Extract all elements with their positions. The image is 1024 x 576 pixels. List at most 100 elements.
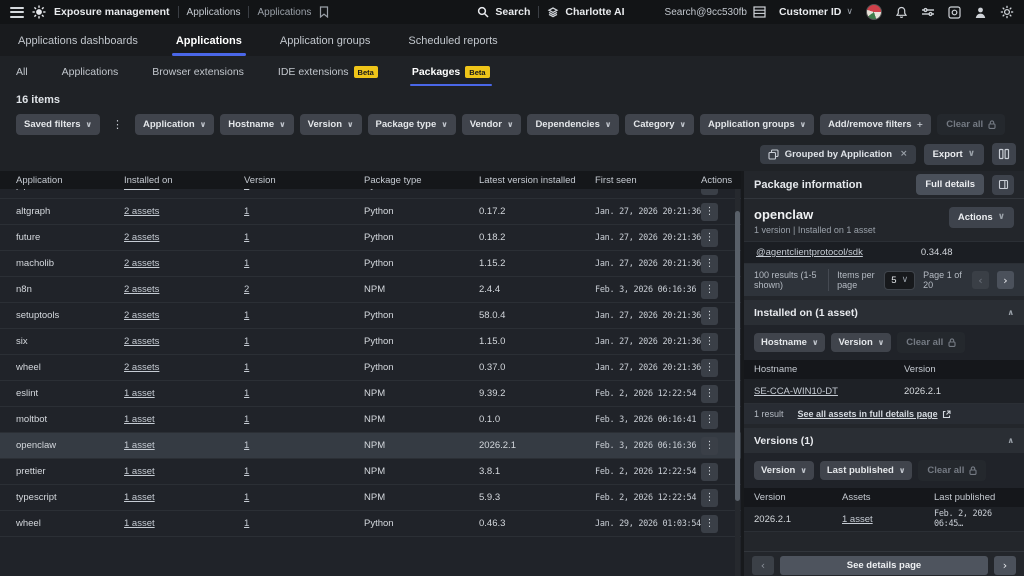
col-version[interactable]: Version — [244, 175, 364, 186]
close-icon[interactable]: × — [900, 150, 908, 159]
tab-applications[interactable]: Applications — [176, 35, 242, 56]
installed-on-link[interactable]: 2 assets — [124, 362, 244, 373]
filter-pill-version[interactable]: Version∨ — [831, 333, 891, 352]
installed-on-link[interactable]: 2 assets — [124, 189, 244, 191]
subtab-browser-extensions[interactable]: Browser extensions — [152, 66, 244, 86]
filter-pill-version[interactable]: Version∨ — [754, 461, 814, 480]
subtab-ide-extensions[interactable]: IDE extensionsBeta — [278, 66, 378, 86]
col-package-type[interactable]: Package type — [364, 175, 479, 186]
col-installed-on[interactable]: Installed on — [124, 175, 244, 186]
installed-on-link[interactable]: 1 asset — [124, 518, 244, 529]
version-link[interactable]: 2 — [244, 189, 364, 191]
customer-id-dropdown[interactable]: Customer ID ∨ — [779, 6, 853, 18]
tab-applications-dashboards[interactable]: Applications dashboards — [18, 35, 138, 56]
version-link[interactable]: 1 — [244, 206, 364, 217]
filter-pill-vendor[interactable]: Vendor∨ — [462, 114, 522, 135]
table-row[interactable]: altgraph2 assets1Python0.17.2Jan. 27, 20… — [0, 199, 741, 225]
user-icon[interactable] — [974, 6, 987, 19]
row-actions-button[interactable]: ⋮ — [701, 255, 718, 273]
dependency-link[interactable]: @agentclientprotocol/sdk — [756, 247, 863, 258]
assets-link[interactable]: 1 asset — [842, 514, 934, 525]
row-actions-button[interactable]: ⋮ — [701, 411, 718, 429]
version-link[interactable]: 1 — [244, 466, 364, 477]
version-link[interactable]: 1 — [244, 336, 364, 347]
clear-all-filters-button[interactable]: Clear all — [937, 114, 1005, 135]
col-application[interactable]: Application — [16, 175, 124, 186]
row-actions-button[interactable]: ⋮ — [701, 489, 718, 507]
columns-settings-button[interactable] — [992, 143, 1016, 165]
dep-prev-page-button[interactable]: ‹ — [972, 271, 989, 289]
version-link[interactable]: 1 — [244, 232, 364, 243]
see-details-page-button[interactable]: See details page — [780, 556, 988, 575]
installed-on-link[interactable]: 1 asset — [124, 440, 244, 451]
table-row[interactable]: macholib2 assets1Python1.15.2Jan. 27, 20… — [0, 251, 741, 277]
grouped-by-chip[interactable]: Grouped by Application × — [760, 145, 916, 164]
menu-icon[interactable] — [10, 7, 24, 18]
row-actions-button[interactable]: ⋮ — [701, 463, 718, 481]
product-title[interactable]: Exposure management — [54, 6, 170, 18]
table-row[interactable]: six2 assets1Python1.15.0Jan. 27, 2026 20… — [0, 329, 741, 355]
installed-on-link[interactable]: 1 asset — [124, 492, 244, 503]
table-row[interactable]: moltbot1 asset1NPM0.1.0Feb. 3, 2026 06:1… — [0, 407, 741, 433]
dep-items-per-page-select[interactable]: 5 ∨ — [884, 271, 915, 290]
apps-icon[interactable] — [948, 6, 961, 19]
version-link[interactable]: 2 — [244, 284, 364, 295]
installed-on-link[interactable]: 1 asset — [124, 388, 244, 399]
filter-pill-dependencies[interactable]: Dependencies∨ — [527, 114, 619, 135]
filter-pill-package-type[interactable]: Package type∨ — [368, 114, 456, 135]
see-all-assets-link[interactable]: See all assets in full details page — [798, 409, 951, 419]
version-link[interactable]: 1 — [244, 310, 364, 321]
panel-prev-button[interactable]: ‹ — [752, 556, 774, 575]
versions-section-header[interactable]: Versions (1) ∧ — [744, 428, 1024, 453]
charlotte-ai-button[interactable]: Charlotte AI — [547, 6, 624, 18]
breadcrumb-page[interactable]: Applications — [257, 7, 311, 18]
subtab-packages[interactable]: PackagesBeta — [412, 66, 490, 86]
row-actions-button[interactable]: ⋮ — [701, 385, 718, 403]
tab-application-groups[interactable]: Application groups — [280, 35, 371, 56]
filter-pill-category[interactable]: Category∨ — [625, 114, 694, 135]
installed-on-link[interactable]: 1 asset — [124, 466, 244, 477]
full-details-button[interactable]: Full details — [916, 174, 984, 195]
avatar[interactable] — [866, 4, 882, 20]
installed-on-link[interactable]: 2 assets — [124, 206, 244, 217]
export-button[interactable]: Export ∨ — [924, 144, 984, 165]
installed-on-link[interactable]: 2 assets — [124, 310, 244, 321]
version-link[interactable]: 1 — [244, 258, 364, 269]
add-remove-filters-button[interactable]: Add/remove filters + — [820, 114, 931, 135]
row-actions-button[interactable]: ⋮ — [701, 333, 718, 351]
installed-on-section-header[interactable]: Installed on (1 asset) ∧ — [744, 300, 1024, 325]
settings-gear-icon[interactable] — [1000, 5, 1014, 19]
col-hostname[interactable]: Hostname — [754, 364, 904, 375]
row-actions-button[interactable]: ⋮ — [701, 307, 718, 325]
dep-next-page-button[interactable]: › — [997, 271, 1014, 289]
table-row[interactable]: n8n2 assets2NPM2.4.4Feb. 3, 2026 06:16:3… — [0, 277, 741, 303]
filter-options-kebab-icon[interactable]: ⋮ — [106, 116, 129, 133]
installed-on-link[interactable]: 2 assets — [124, 284, 244, 295]
subtab-all[interactable]: All — [16, 66, 28, 86]
row-actions-button[interactable]: ⋮ — [701, 189, 718, 195]
filter-pill-hostname[interactable]: Hostname∨ — [754, 333, 825, 352]
col-host-version[interactable]: Version — [904, 364, 1014, 375]
search-shortcut[interactable]: Search@9cc530fb — [665, 6, 766, 18]
col-ver-last-published[interactable]: Last published — [934, 492, 1014, 503]
table-row[interactable]: openclaw1 asset1NPM2026.2.1Feb. 3, 2026 … — [0, 433, 741, 459]
version-link[interactable]: 1 — [244, 362, 364, 373]
package-actions-button[interactable]: Actions ∨ — [949, 207, 1014, 228]
table-row[interactable]: wheel2 assets1Python0.37.0Jan. 27, 2026 … — [0, 355, 741, 381]
installed-on-link[interactable]: 2 assets — [124, 336, 244, 347]
clear-all-filters-button[interactable]: Clear all — [897, 332, 965, 353]
global-search[interactable]: Search — [477, 6, 530, 18]
hostname-link[interactable]: SE-CCA-WIN10-DT — [754, 386, 904, 397]
installed-on-link[interactable]: 1 asset — [124, 414, 244, 425]
installed-on-link[interactable]: 2 assets — [124, 232, 244, 243]
row-actions-button[interactable]: ⋮ — [701, 203, 718, 221]
version-row[interactable]: 2026.2.11 assetFeb. 2, 2026 06:45… — [744, 507, 1024, 532]
sliders-icon[interactable] — [921, 6, 935, 18]
table-row[interactable]: wheel1 asset1Python0.46.3Jan. 29, 2026 0… — [0, 511, 741, 537]
row-actions-button[interactable]: ⋮ — [701, 359, 718, 377]
row-actions-button[interactable]: ⋮ — [701, 229, 718, 247]
table-row[interactable]: eslint1 asset1NPM9.39.2Feb. 2, 2026 12:2… — [0, 381, 741, 407]
col-latest-version[interactable]: Latest version installed — [479, 175, 595, 186]
open-panel-button[interactable] — [992, 175, 1014, 195]
notifications-icon[interactable] — [895, 6, 908, 19]
